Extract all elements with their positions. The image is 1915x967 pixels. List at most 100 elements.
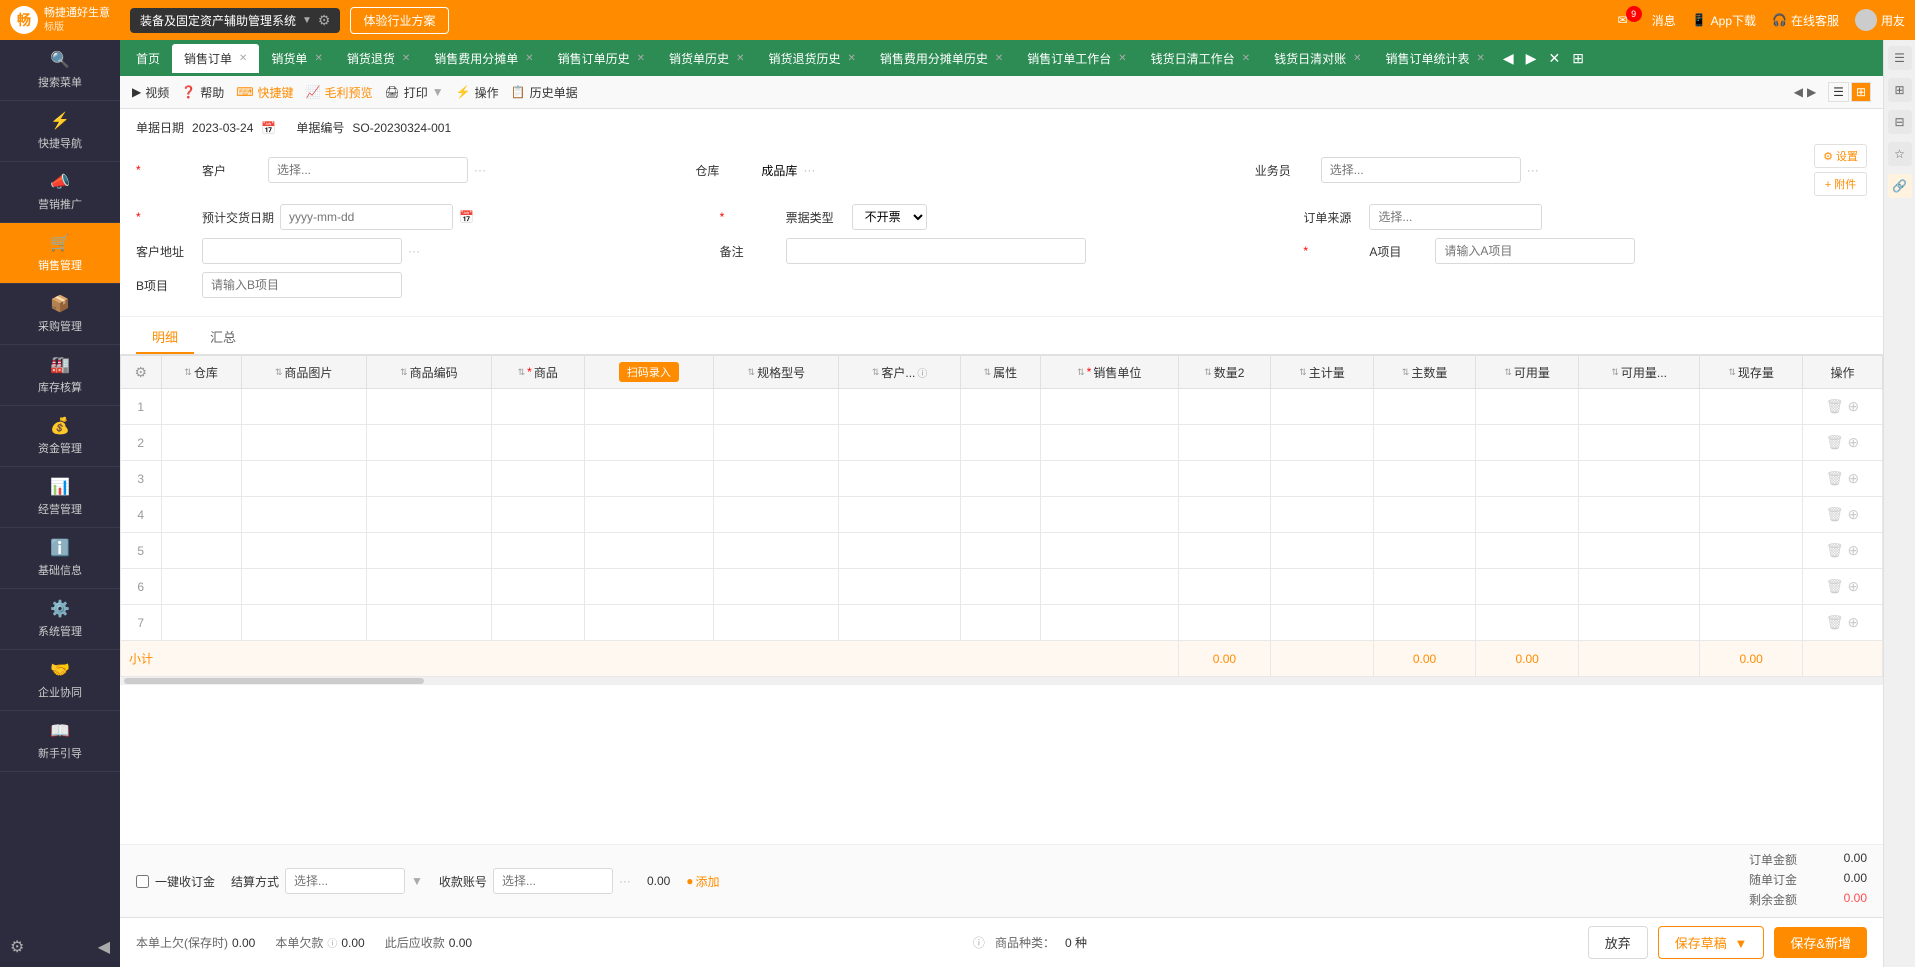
industry-button[interactable]: 体验行业方案 — [350, 7, 448, 34]
right-icon-list[interactable]: ☰ — [1888, 46, 1912, 70]
tab-close-icon[interactable]: ✕ — [736, 53, 744, 64]
nav-prev-icon[interactable]: ◀ — [1794, 85, 1803, 99]
address-more-icon[interactable]: ··· — [408, 244, 420, 258]
th-scan[interactable]: 扫码录入 — [584, 356, 714, 389]
sidebar-item-inventory[interactable]: 🏭 库存核算 — [0, 345, 120, 406]
customer-more-icon[interactable]: ··· — [474, 163, 486, 177]
tab-detail[interactable]: 明细 — [136, 321, 194, 354]
th-spec[interactable]: ⇅规格型号 — [714, 356, 839, 389]
th-available2[interactable]: ⇅可用量... — [1578, 356, 1699, 389]
tab-close-icon[interactable]: ✕ — [847, 53, 855, 64]
tab-close-icon[interactable]: ✕ — [1118, 53, 1126, 64]
note-input[interactable] — [786, 238, 1086, 264]
list-view-icon[interactable]: ☰ — [1828, 82, 1849, 102]
nav-next-icon[interactable]: ▶ — [1807, 85, 1816, 99]
th-stock[interactable]: ⇅现存量 — [1700, 356, 1803, 389]
tab-invoice[interactable]: 销货单 ✕ — [259, 44, 334, 73]
delete-icon[interactable]: 🗑 — [1826, 578, 1844, 595]
th-warehouse[interactable]: ⇅仓库 — [161, 356, 241, 389]
right-icon-minus[interactable]: ⊟ — [1888, 110, 1912, 134]
tab-close-icon[interactable]: ✕ — [525, 53, 533, 64]
tab-return-history[interactable]: 销货退货历史 ✕ — [756, 44, 867, 73]
th-main-unit[interactable]: ⇅主计量 — [1271, 356, 1374, 389]
delete-icon[interactable]: 🗑 — [1826, 506, 1844, 523]
staff-input[interactable] — [1321, 157, 1521, 183]
project-a-input[interactable] — [1435, 238, 1635, 264]
account-input[interactable] — [493, 868, 613, 894]
tab-close-all-button[interactable]: ✕ — [1542, 46, 1566, 71]
project-b-input[interactable] — [202, 272, 402, 298]
th-gear[interactable]: ⚙ — [121, 356, 162, 389]
sidebar-item-quicknav[interactable]: ⚡ 快捷导航 — [0, 101, 120, 162]
save-new-button[interactable]: 保存&新增 — [1774, 927, 1867, 958]
tab-prev-button[interactable]: ◀ — [1497, 46, 1520, 71]
right-icon-link[interactable]: 🔗 — [1888, 174, 1912, 198]
tab-daily-clear[interactable]: 钱货日清工作台 ✕ — [1139, 44, 1262, 73]
tab-order-history[interactable]: 销售订单历史 ✕ — [546, 44, 657, 73]
save-draft-button[interactable]: 保存草稿 ▼ — [1658, 926, 1765, 959]
tab-home[interactable]: 首页 — [124, 44, 172, 73]
th-product-code[interactable]: ⇅商品编码 — [366, 356, 491, 389]
copy-icon[interactable]: ⊕ — [1847, 578, 1859, 595]
tab-close-icon[interactable]: ✕ — [314, 53, 322, 64]
add-payment-button[interactable]: ● 添加 — [686, 873, 719, 890]
th-product-img[interactable]: ⇅商品图片 — [241, 356, 366, 389]
tab-close-icon[interactable]: ✕ — [1353, 53, 1361, 64]
message-item[interactable]: ✉ 9 消息 — [1618, 12, 1676, 29]
sidebar-item-sales[interactable]: 🛒 销售管理 — [0, 223, 120, 284]
history-item[interactable]: 📋 历史单据 — [511, 84, 578, 101]
save-draft-dropdown-icon[interactable]: ▼ — [1734, 936, 1747, 951]
tab-daily-reconcile[interactable]: 钱货日清对账 ✕ — [1262, 44, 1373, 73]
shortcut-item[interactable]: ⌨ 快捷键 — [236, 84, 293, 101]
print-item[interactable]: 🖨 打印 ▼ — [385, 84, 444, 101]
th-unit[interactable]: ⇅*销售单位 — [1040, 356, 1178, 389]
tab-sales-order[interactable]: 销售订单 ✕ — [172, 44, 259, 73]
tab-return[interactable]: 销货退货 ✕ — [335, 44, 422, 73]
delete-icon[interactable]: 🗑 — [1826, 542, 1844, 559]
calendar-icon[interactable]: 📅 — [261, 121, 276, 135]
delete-icon[interactable]: 🗑 — [1826, 398, 1844, 415]
help-item[interactable]: ❓ 帮助 — [181, 84, 224, 101]
copy-icon[interactable]: ⊕ — [1847, 614, 1859, 631]
tab-order-workbench[interactable]: 销售订单工作台 ✕ — [1015, 44, 1138, 73]
print-dropdown-icon[interactable]: ▼ — [432, 85, 444, 99]
th-qty2[interactable]: ⇅数量2 — [1178, 356, 1271, 389]
th-main-qty[interactable]: ⇅主数量 — [1373, 356, 1476, 389]
settings-button[interactable]: ⚙ 设置 — [1814, 144, 1867, 168]
sidebar-item-purchase[interactable]: 📦 采购管理 — [0, 284, 120, 345]
app-download-item[interactable]: 📱 App下载 — [1692, 12, 1756, 29]
th-attribute[interactable]: ⇅属性 — [960, 356, 1040, 389]
sidebar-item-basicinfo[interactable]: ℹ️ 基础信息 — [0, 528, 120, 589]
right-icon-grid[interactable]: ⊞ — [1888, 78, 1912, 102]
scrollbar-thumb[interactable] — [124, 678, 424, 684]
tab-order-stats[interactable]: 销售订单统计表 ✕ — [1373, 44, 1496, 73]
warehouse-more-icon[interactable]: ··· — [803, 163, 815, 177]
right-icon-star[interactable]: ☆ — [1888, 142, 1912, 166]
tab-close-icon[interactable]: ✕ — [402, 53, 410, 64]
tab-invoice-history[interactable]: 销货单历史 ✕ — [657, 44, 756, 73]
delete-icon[interactable]: 🗑 — [1826, 470, 1844, 487]
delivery-calendar-icon[interactable]: 📅 — [459, 210, 474, 224]
tab-expense-split[interactable]: 销售费用分摊单 ✕ — [422, 44, 545, 73]
grid-view-icon[interactable]: ⊞ — [1851, 82, 1871, 102]
delete-icon[interactable]: 🗑 — [1826, 434, 1844, 451]
th-product[interactable]: ⇅*商品 — [491, 356, 584, 389]
sidebar-item-guide[interactable]: 📖 新手引导 — [0, 711, 120, 772]
payment-dropdown-icon[interactable]: ▼ — [411, 874, 423, 888]
tab-expense-history[interactable]: 销售费用分摊单历史 ✕ — [868, 44, 1015, 73]
address-input[interactable] — [202, 238, 402, 264]
scan-button[interactable]: 扫码录入 — [619, 362, 679, 382]
sidebar-collapse-icon[interactable]: ◀ — [98, 937, 110, 957]
sidebar-item-enterprise[interactable]: 🤝 企业协同 — [0, 650, 120, 711]
tab-summary[interactable]: 汇总 — [194, 321, 252, 354]
sidebar-item-search[interactable]: 🔍 搜索菜单 — [0, 40, 120, 101]
operations-item[interactable]: ⚡ 操作 — [456, 84, 499, 101]
sidebar-settings-icon[interactable]: ⚙ — [10, 937, 24, 957]
sidebar-item-system[interactable]: ⚙️ 系统管理 — [0, 589, 120, 650]
tab-close-icon[interactable]: ✕ — [239, 53, 247, 64]
online-service-item[interactable]: 🎧 在线客服 — [1772, 12, 1839, 29]
copy-icon[interactable]: ⊕ — [1847, 470, 1859, 487]
settings-gear-icon[interactable]: ⚙ — [318, 12, 331, 29]
copy-icon[interactable]: ⊕ — [1847, 506, 1859, 523]
customer-input[interactable] — [268, 157, 468, 183]
